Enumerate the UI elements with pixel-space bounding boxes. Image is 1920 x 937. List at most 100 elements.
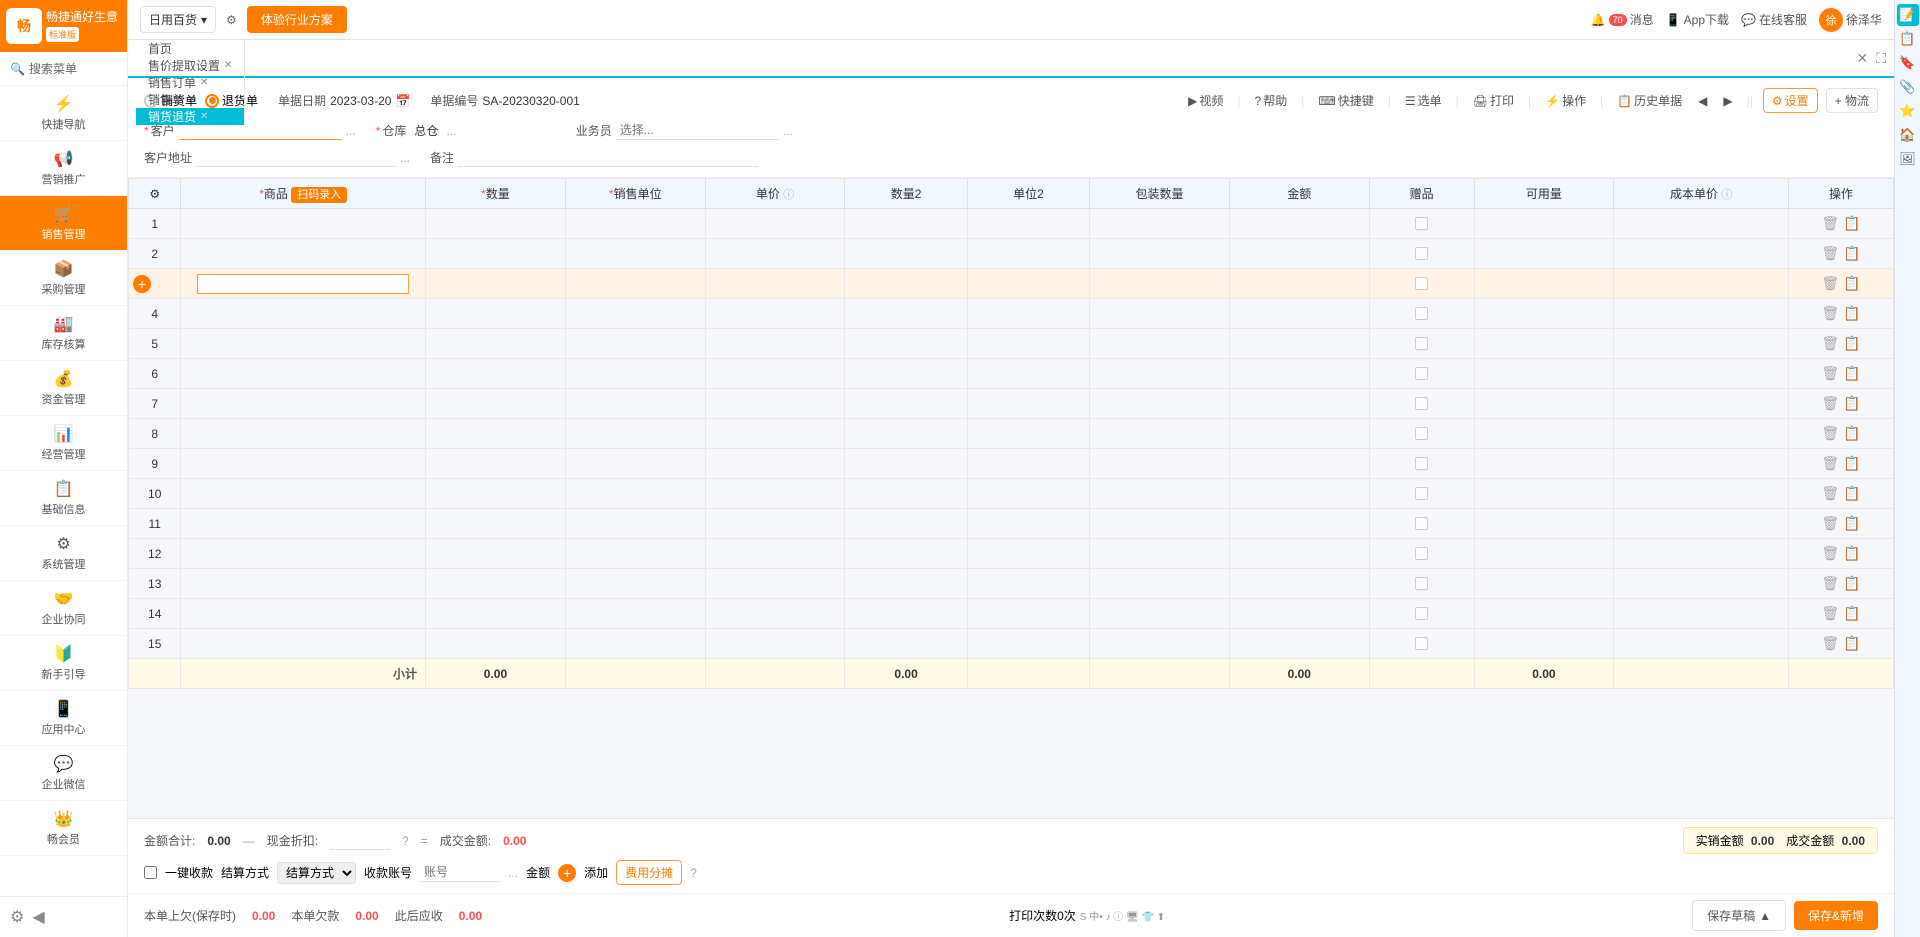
- industry-dropdown[interactable]: 日用百货 ▾: [140, 6, 216, 33]
- price-cell[interactable]: [705, 569, 845, 599]
- gift-checkbox[interactable]: [1415, 547, 1428, 560]
- gift-checkbox[interactable]: [1415, 637, 1428, 650]
- unit2-cell[interactable]: [967, 569, 1089, 599]
- unit-cell[interactable]: [565, 539, 705, 569]
- qty-cell[interactable]: [426, 389, 566, 419]
- online-service-item[interactable]: 💬 在线客服: [1741, 11, 1807, 28]
- gift-checkbox[interactable]: [1415, 397, 1428, 410]
- qty2-cell[interactable]: [845, 569, 967, 599]
- sidebar-item-marketing[interactable]: 📢营销推广: [0, 141, 127, 196]
- qty-cell[interactable]: [426, 359, 566, 389]
- price-cell[interactable]: [705, 299, 845, 329]
- gift-cell[interactable]: [1369, 239, 1474, 269]
- unit2-cell[interactable]: [967, 419, 1089, 449]
- collapse-icon[interactable]: ◀: [32, 907, 44, 927]
- gift-cell[interactable]: [1369, 329, 1474, 359]
- available-cell[interactable]: [1474, 299, 1614, 329]
- unit-cell[interactable]: [565, 209, 705, 239]
- video-help-btn[interactable]: ▶ 视频: [1184, 90, 1227, 111]
- copy-row-icon[interactable]: 📋: [1843, 365, 1860, 382]
- copy-row-icon[interactable]: 📋: [1843, 425, 1860, 442]
- unit-cell[interactable]: [565, 569, 705, 599]
- cost-cell[interactable]: [1614, 599, 1789, 629]
- topbar-settings-icon[interactable]: ⚙: [220, 9, 243, 31]
- rt-note-icon[interactable]: 📝: [1897, 4, 1919, 26]
- qty-cell[interactable]: [426, 239, 566, 269]
- gift-checkbox[interactable]: [1415, 577, 1428, 590]
- product-cell[interactable]: [181, 209, 426, 239]
- product-cell[interactable]: [181, 569, 426, 599]
- qty2-cell[interactable]: [845, 209, 967, 239]
- unit2-cell[interactable]: [967, 209, 1089, 239]
- price-cell[interactable]: [705, 239, 845, 269]
- unit-cell[interactable]: [565, 239, 705, 269]
- tab-price_setting[interactable]: 售价提取设置✕: [136, 57, 245, 74]
- shortcut-btn[interactable]: ⌨ 快捷键: [1314, 90, 1377, 111]
- cost-cell[interactable]: [1614, 329, 1789, 359]
- unit-cell[interactable]: [565, 509, 705, 539]
- amount-cell[interactable]: [1229, 479, 1369, 509]
- pkg-cell[interactable]: [1090, 539, 1230, 569]
- gift-cell[interactable]: [1369, 209, 1474, 239]
- amount-cell[interactable]: [1229, 569, 1369, 599]
- add-row-btn[interactable]: +: [133, 275, 151, 293]
- pkg-cell[interactable]: [1090, 209, 1230, 239]
- pkg-cell[interactable]: [1090, 449, 1230, 479]
- cost-cell[interactable]: [1614, 239, 1789, 269]
- gift-cell[interactable]: [1369, 479, 1474, 509]
- pkg-cell[interactable]: [1090, 569, 1230, 599]
- delete-row-icon[interactable]: 🗑: [1821, 425, 1839, 442]
- sidebar-search-item[interactable]: 🔍 搜索菜单: [0, 52, 127, 86]
- product-cell[interactable]: [181, 629, 426, 659]
- qty-cell[interactable]: [426, 299, 566, 329]
- cost-cell[interactable]: [1614, 299, 1789, 329]
- unit-cell[interactable]: [565, 479, 705, 509]
- gift-checkbox[interactable]: [1415, 427, 1428, 440]
- scan-input-btn[interactable]: 扫码录入: [291, 187, 347, 203]
- pkg-cell[interactable]: [1090, 389, 1230, 419]
- pkg-cell[interactable]: [1090, 509, 1230, 539]
- select-btn[interactable]: ☰ 选单: [1401, 90, 1446, 111]
- unit-cell[interactable]: [565, 419, 705, 449]
- gift-cell[interactable]: [1369, 359, 1474, 389]
- sidebar-item-basic_info[interactable]: 📋基础信息: [0, 471, 127, 526]
- copy-row-icon[interactable]: 📋: [1843, 395, 1860, 412]
- available-cell[interactable]: [1474, 449, 1614, 479]
- gift-cell[interactable]: [1369, 569, 1474, 599]
- qty-cell[interactable]: [426, 509, 566, 539]
- unit2-cell[interactable]: [967, 599, 1089, 629]
- price-cell[interactable]: [705, 539, 845, 569]
- unit-cell[interactable]: [565, 359, 705, 389]
- price-cell[interactable]: [705, 269, 845, 299]
- cost-cell[interactable]: [1614, 359, 1789, 389]
- remarks-input[interactable]: [458, 148, 758, 167]
- address-picker-icon[interactable]: ...: [400, 151, 410, 165]
- tab-close-sales_return[interactable]: ✕: [200, 111, 208, 122]
- cost-cell[interactable]: [1614, 569, 1789, 599]
- unit-cell[interactable]: [565, 299, 705, 329]
- available-cell[interactable]: [1474, 359, 1614, 389]
- gift-checkbox[interactable]: [1415, 247, 1428, 260]
- tab-sales_order[interactable]: 销售订单✕: [136, 74, 245, 91]
- fee-help-icon[interactable]: ?: [690, 866, 697, 880]
- product-cell[interactable]: [181, 269, 426, 299]
- sidebar-item-app_center[interactable]: 📱应用中心: [0, 691, 127, 746]
- delete-row-icon[interactable]: 🗑: [1821, 275, 1839, 292]
- salesperson-input[interactable]: [616, 121, 779, 140]
- next-doc-btn[interactable]: ▶: [1719, 92, 1736, 110]
- close-tab-icon[interactable]: ✕: [1856, 50, 1868, 67]
- price-cell[interactable]: [705, 359, 845, 389]
- copy-row-icon[interactable]: 📋: [1843, 455, 1860, 472]
- gift-cell[interactable]: [1369, 449, 1474, 479]
- rt-home-icon[interactable]: 🏠: [1897, 124, 1919, 146]
- available-cell[interactable]: [1474, 569, 1614, 599]
- amount-cell[interactable]: [1229, 239, 1369, 269]
- qty-cell[interactable]: [426, 209, 566, 239]
- unit-cell[interactable]: [565, 449, 705, 479]
- price-cell[interactable]: [705, 509, 845, 539]
- sidebar-item-sales[interactable]: 🛒销售管理: [0, 196, 127, 251]
- product-cell[interactable]: [181, 479, 426, 509]
- warehouse-picker-icon[interactable]: ...: [446, 124, 456, 138]
- gift-checkbox[interactable]: [1415, 367, 1428, 380]
- cost-cell[interactable]: [1614, 509, 1789, 539]
